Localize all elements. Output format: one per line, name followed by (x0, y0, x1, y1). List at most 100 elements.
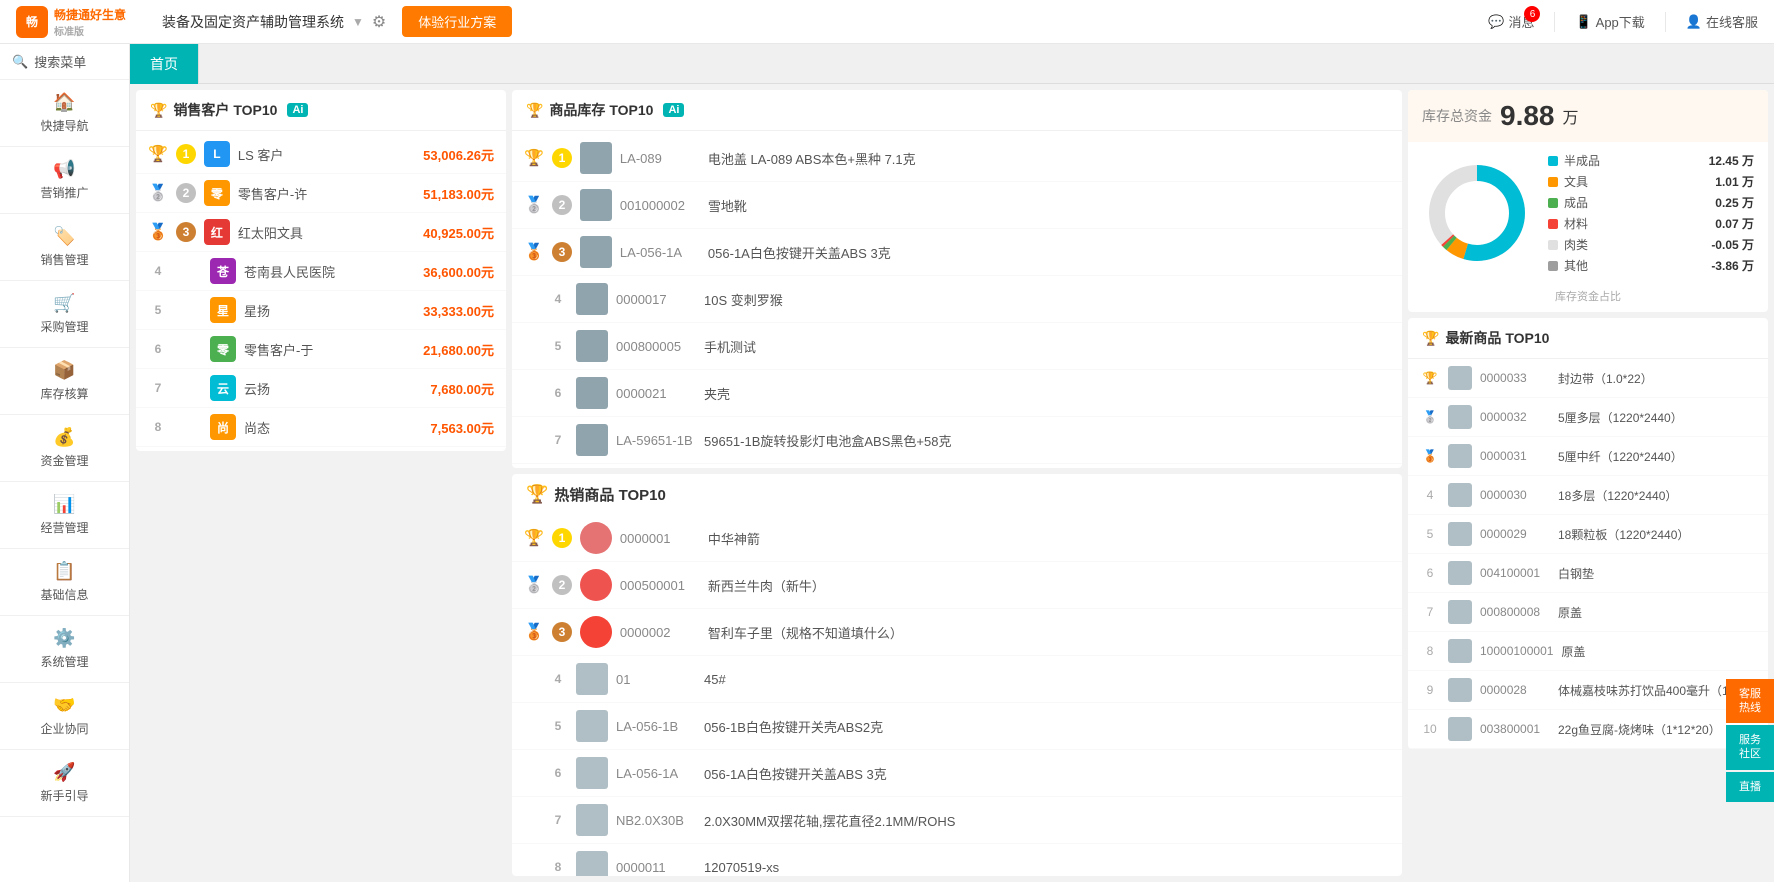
customer-rank-item: 6 零 零售客户-于 21,680.00元 (136, 330, 506, 369)
sidebar-item-purchase[interactable]: 🛒 采购管理 (0, 281, 129, 348)
app-sub: 标准版 (54, 23, 126, 38)
rank-num-2: 2 (176, 183, 196, 203)
message-badge: 6 (1524, 6, 1540, 22)
new-products-card: 🏆 最新商品 TOP10 🏆 0000033 封边带（1.0*22） 🥈 (1408, 318, 1768, 749)
gear-icon[interactable]: ⚙ (372, 12, 386, 32)
legend-val-0: 12.45 万 (1709, 152, 1754, 169)
donut-area: 半成品 12.45 万 文具 1.01 万 成品 0 (1408, 142, 1768, 284)
stock-summary: 库存总资金 9.88 万 (1408, 90, 1768, 142)
inventory-item-7: 7 LA-59651-1B 59651-1B旋转投影灯电池盒ABS黑色+58克 (512, 417, 1402, 464)
search-menu[interactable]: 🔍 搜索菜单 (0, 44, 129, 80)
float-community-button[interactable]: 直播 (1726, 772, 1774, 802)
message-button[interactable]: 💬 消息 6 (1488, 12, 1534, 31)
customer-rank-item: 4 苍 苍南县人民医院 36,600.00元 (136, 252, 506, 291)
rank-num-7: 7 (148, 378, 168, 398)
sidebar-item-label: 系统管理 (40, 653, 88, 670)
product-thumb (580, 616, 612, 648)
inventory-item-4: 4 0000017 10S 变刺罗猴 (512, 276, 1402, 323)
inventory-item-3: 🥉 3 LA-056-1A 056-1A白色按键开关盖ABS 3克 (512, 229, 1402, 276)
cart-icon: 🛒 (53, 293, 75, 314)
legend-val-5: -3.86 万 (1711, 257, 1754, 274)
trophy-icon2: 🏆 (526, 102, 543, 119)
hotline-label2: 热线 (1730, 701, 1770, 715)
sidebar-item-system[interactable]: ⚙️ 系统管理 (0, 616, 129, 683)
sidebar-item-label: 企业协同 (40, 720, 88, 737)
app-download-label: App下载 (1596, 12, 1645, 31)
sidebar-item-label: 资金管理 (40, 452, 88, 469)
service-icon: 👤 (1686, 14, 1702, 30)
sidebar-item-basic-info[interactable]: 📋 基础信息 (0, 549, 129, 616)
app-download-button[interactable]: 📱 App下载 (1575, 12, 1644, 31)
rank-value-7: 7,680.00元 (430, 379, 494, 398)
product-thumb (576, 710, 608, 742)
sidebar-item-guide[interactable]: 🚀 新手引导 (0, 750, 129, 817)
sidebar-item-finance[interactable]: 💰 资金管理 (0, 415, 129, 482)
hot-products-header: 🏆 热销商品 TOP10 (512, 474, 1402, 511)
new-product-8: 8 10000100001 原盖 (1408, 632, 1768, 671)
product-inventory-title: 商品库存 TOP10 (549, 100, 653, 120)
sidebar-item-label: 经营管理 (40, 519, 88, 536)
new-product-2: 🥈 0000032 5厘多层（1220*2440） (1408, 398, 1768, 437)
app-logo: 畅 畅捷通好生意 标准版 (16, 6, 146, 38)
sidebar-item-operations[interactable]: 📊 经营管理 (0, 482, 129, 549)
product-thumb (580, 189, 612, 221)
sidebar-item-label: 库存核算 (40, 385, 88, 402)
hot-products-title: 热销商品 TOP10 (554, 484, 665, 505)
stock-legend: 半成品 12.45 万 文具 1.01 万 成品 0 (1548, 152, 1754, 274)
legend-val-3: 0.07 万 (1715, 215, 1754, 232)
try-plan-button[interactable]: 体验行业方案 (402, 6, 512, 37)
new-prod-thumb (1448, 366, 1472, 390)
sidebar-item-marketing[interactable]: 📢 营销推广 (0, 147, 129, 214)
sidebar-item-enterprise[interactable]: 🤝 企业协同 (0, 683, 129, 750)
sidebar-item-inventory[interactable]: 📦 库存核算 (0, 348, 129, 415)
legend-dot-3 (1548, 219, 1558, 229)
legend-name-3: 材料 (1564, 215, 1709, 232)
legend-item-4: 肉类 -0.05 万 (1548, 236, 1754, 253)
tag-icon: 🏷️ (53, 226, 75, 247)
legend-name-0: 半成品 (1564, 152, 1703, 169)
rank-avatar-1: L (204, 141, 230, 167)
system-selector[interactable]: 装备及固定资产辅助管理系统 ▼ ⚙ 体验行业方案 (146, 6, 1488, 37)
sidebar-item-sales[interactable]: 🏷️ 销售管理 (0, 214, 129, 281)
box-icon: 📦 (53, 360, 75, 381)
legend-dot-0 (1548, 156, 1558, 166)
rank-value-8: 7,563.00元 (430, 418, 494, 437)
float-service-button[interactable]: 服务 社区 (1726, 725, 1774, 770)
customer-top10-card: 🏆 销售客户 TOP10 Ai 🏆 1 L LS 客户 53,006.26元 (136, 90, 506, 451)
float-hotline-button[interactable]: 客服 热线 (1726, 679, 1774, 724)
rank-name-5: 星扬 (244, 301, 415, 320)
legend-name-5: 其他 (1564, 257, 1705, 274)
inventory-item-6: 6 0000021 夹壳 (512, 370, 1402, 417)
search-menu-label: 搜索菜单 (34, 52, 86, 71)
rank-num-3: 3 (176, 222, 196, 242)
customer-rank-item: 5 星 星扬 33,333.00元 (136, 291, 506, 330)
new-prod-thumb (1448, 522, 1472, 546)
rank-avatar-3: 红 (204, 219, 230, 245)
online-service-button[interactable]: 👤 在线客服 (1686, 12, 1758, 31)
ai-badge: Ai (287, 103, 308, 117)
sidebar-item-quick-nav[interactable]: 🏠 快捷导航 (0, 80, 129, 147)
new-product-4: 4 0000030 18多层（1220*2440） (1408, 476, 1768, 515)
legend-val-4: -0.05 万 (1711, 236, 1754, 253)
chevron-down-icon[interactable]: ▼ (352, 15, 364, 29)
legend-dot-1 (1548, 177, 1558, 187)
product-thumb (576, 330, 608, 362)
product-thumb (576, 424, 608, 456)
product-thumb (576, 804, 608, 836)
trophy-icon4: 🏆 (1422, 330, 1439, 347)
legend-val-2: 0.25 万 (1715, 194, 1754, 211)
inventory-item-2: 🥈 2 001000002 雪地靴 (512, 182, 1402, 229)
settings-icon: ⚙️ (53, 628, 75, 649)
new-product-1: 🏆 0000033 封边带（1.0*22） (1408, 359, 1768, 398)
search-icon: 🔍 (12, 54, 28, 70)
rank-value-4: 36,600.00元 (423, 262, 494, 281)
rank-num-8: 8 (148, 417, 168, 437)
money-icon: 💰 (53, 427, 75, 448)
tab-home[interactable]: 首页 (130, 44, 199, 84)
product-thumb (580, 522, 612, 554)
rank-avatar-2: 零 (204, 180, 230, 206)
hot-products-list: 🏆 1 0000001 中华神箭 🥈 2 000500001 新西兰牛肉（新牛） (512, 511, 1402, 876)
sidebar-item-label: 基础信息 (40, 586, 88, 603)
rank-trophy-1: 🏆 (148, 144, 168, 164)
new-products-header: 🏆 最新商品 TOP10 (1408, 318, 1768, 359)
